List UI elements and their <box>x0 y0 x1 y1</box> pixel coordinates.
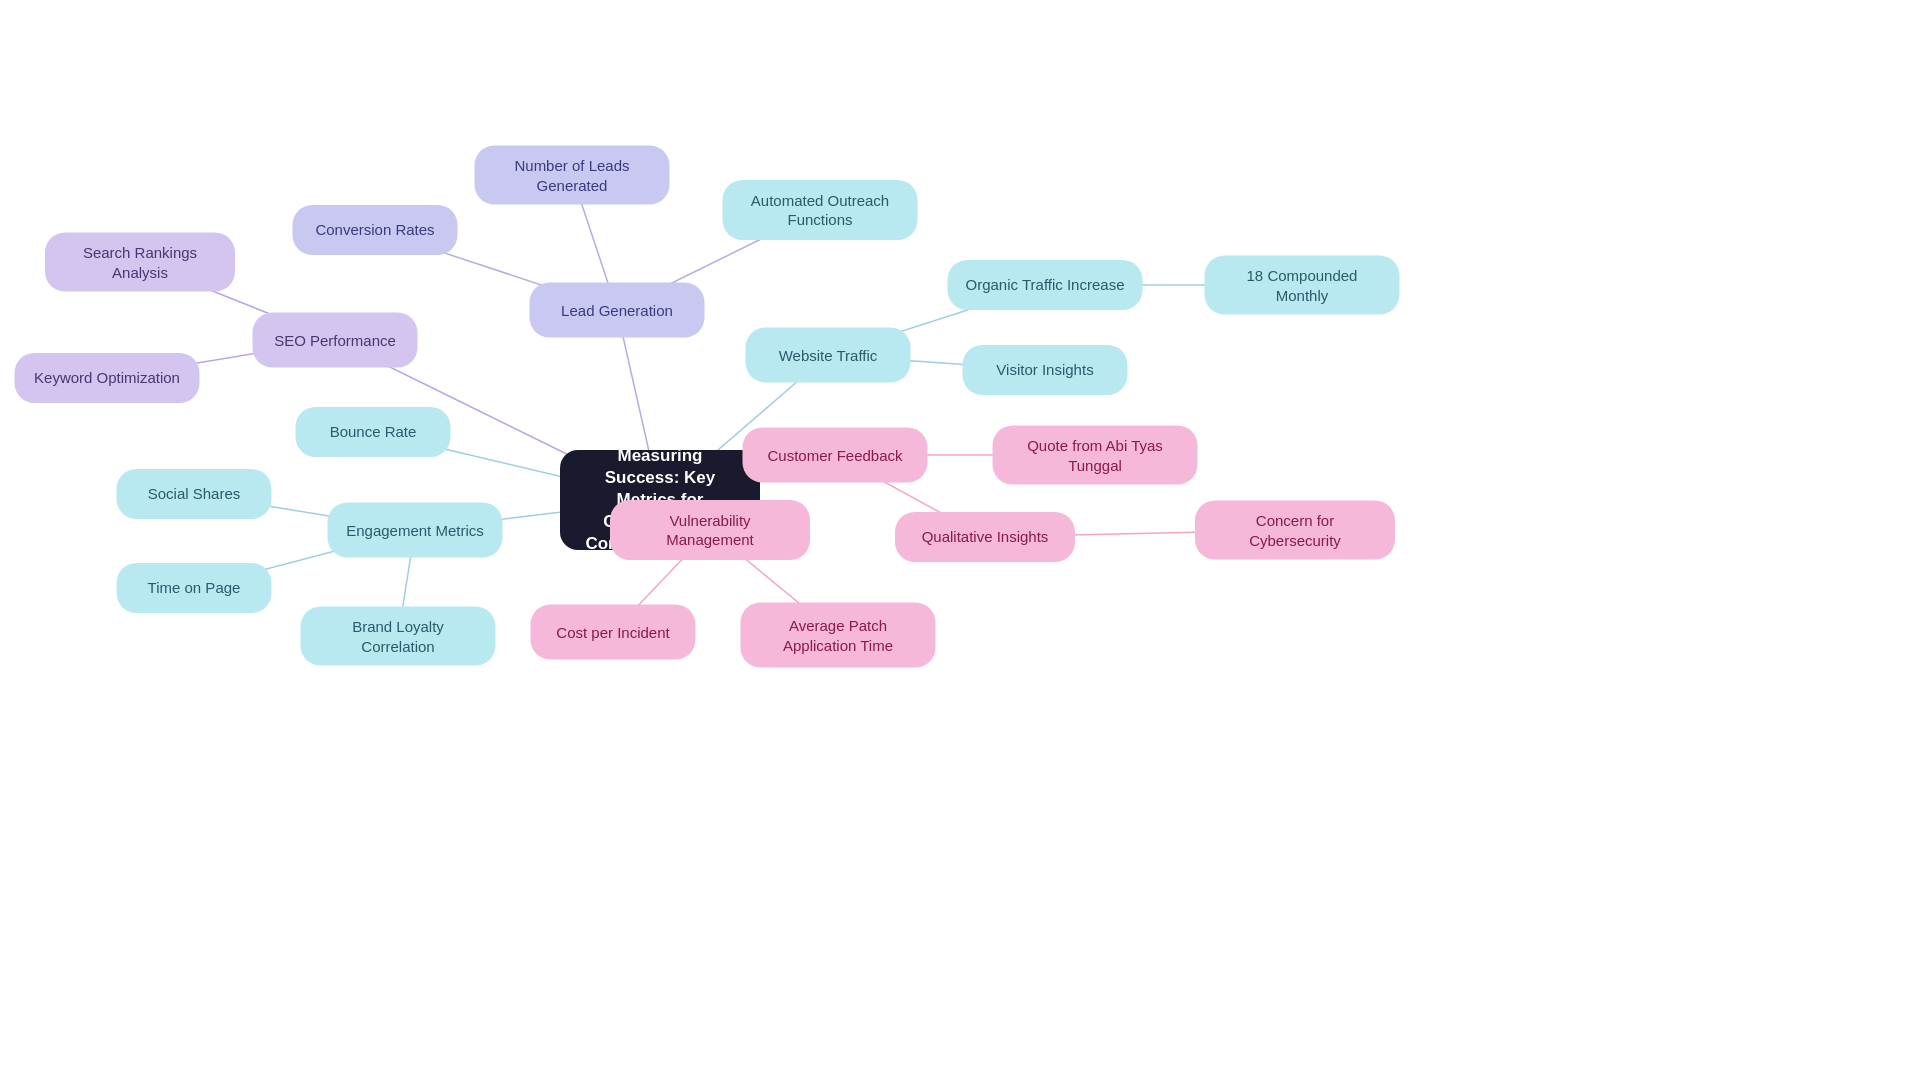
node-engagement_metrics: Engagement Metrics <box>328 503 503 558</box>
node-brand_loyalty: Brand Loyalty Correlation <box>301 607 496 666</box>
node-vulnerability_management: Vulnerability Management <box>610 500 810 560</box>
node-number_leads: Number of Leads Generated <box>475 146 670 205</box>
node-keyword_optimization: Keyword Optimization <box>15 353 200 403</box>
node-customer_feedback: Customer Feedback <box>743 428 928 483</box>
node-search_rankings: Search Rankings Analysis <box>45 233 235 292</box>
node-avg_patch: Average Patch Application Time <box>741 603 936 668</box>
node-qualitative_insights: Qualitative Insights <box>895 512 1075 562</box>
node-time_on_page: Time on Page <box>117 563 272 613</box>
node-automated_outreach: Automated Outreach Functions <box>723 180 918 240</box>
node-compounded: 18 Compounded Monthly <box>1205 256 1400 315</box>
node-lead_generation: Lead Generation <box>530 283 705 338</box>
mind-map: Measuring Success: Key Metrics for Cyber… <box>0 0 1920 1083</box>
node-seo_performance: SEO Performance <box>253 313 418 368</box>
node-conversion_rates: Conversion Rates <box>293 205 458 255</box>
node-quote_abi: Quote from Abi Tyas Tunggal <box>993 426 1198 485</box>
node-website_traffic: Website Traffic <box>746 328 911 383</box>
node-visitor_insights: Visitor Insights <box>963 345 1128 395</box>
node-bounce_rate: Bounce Rate <box>296 407 451 457</box>
node-cost_per_incident: Cost per Incident <box>531 605 696 660</box>
node-social_shares: Social Shares <box>117 469 272 519</box>
node-organic_traffic: Organic Traffic Increase <box>948 260 1143 310</box>
node-concern_cybersecurity: Concern for Cybersecurity <box>1195 501 1395 560</box>
